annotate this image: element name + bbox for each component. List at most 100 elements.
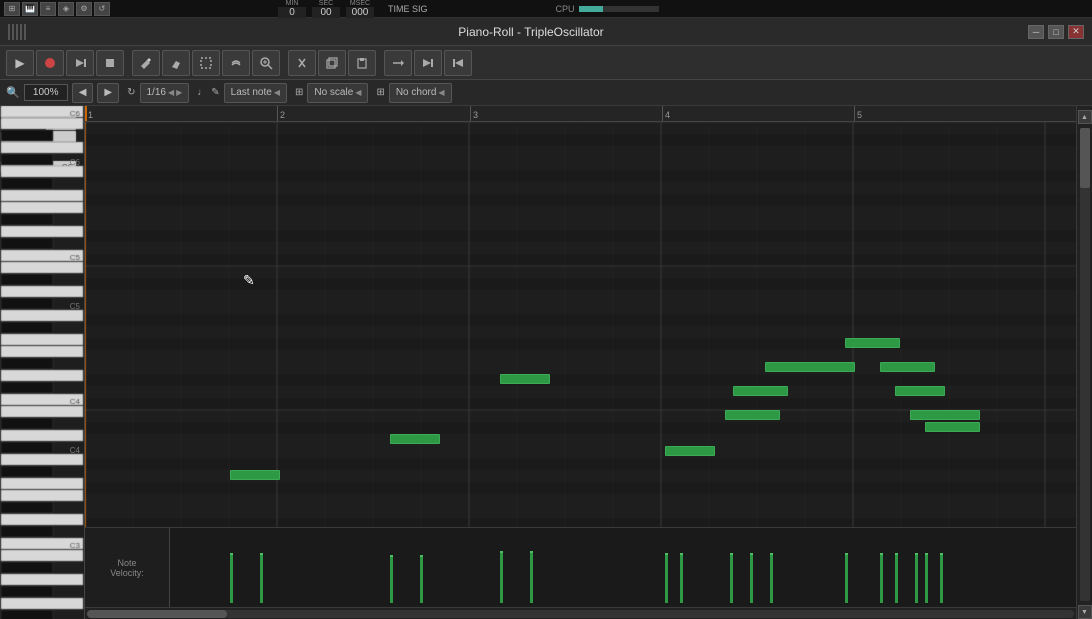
note-1[interactable] bbox=[230, 470, 280, 480]
ruler-mark-5: 5 bbox=[854, 106, 862, 121]
arrow-button[interactable] bbox=[384, 50, 412, 76]
msec-value: 000 bbox=[346, 7, 374, 18]
velocity-bar-4[interactable] bbox=[420, 555, 423, 603]
velocity-bar-15[interactable] bbox=[915, 553, 918, 603]
note-length-arrow[interactable]: ◀ bbox=[274, 88, 280, 97]
timeline-ruler: 1 2 3 4 5 bbox=[85, 106, 1076, 122]
detuner-button[interactable] bbox=[222, 50, 250, 76]
loop-icon[interactable]: ↺ bbox=[94, 2, 110, 16]
v-scroll-track[interactable] bbox=[1080, 128, 1090, 601]
eraser-button[interactable] bbox=[162, 50, 190, 76]
note-5[interactable] bbox=[725, 410, 780, 420]
note-7[interactable] bbox=[765, 362, 855, 372]
note-grid[interactable]: ✎ bbox=[85, 122, 1076, 527]
copy-button[interactable] bbox=[318, 50, 346, 76]
settings-icon[interactable]: ⚙ bbox=[76, 2, 92, 16]
plugin-icon[interactable]: ◈ bbox=[58, 2, 74, 16]
velocity-bars bbox=[170, 528, 1076, 607]
note-icon: ♩ bbox=[197, 87, 207, 98]
v-scroll-up[interactable]: ▲ bbox=[1078, 110, 1092, 124]
pencil-button[interactable] bbox=[132, 50, 160, 76]
ruler-mark-2: 2 bbox=[277, 106, 285, 121]
top-bar: ⊞ 🎹 ≡ ◈ ⚙ ↺ MIN 0 SEC 00 MSEC 000 TIME S… bbox=[0, 0, 1092, 18]
velocity-bar-17[interactable] bbox=[940, 553, 943, 603]
velocity-bar-7[interactable] bbox=[665, 553, 668, 603]
scroll-track[interactable] bbox=[87, 610, 1074, 618]
time-sig-label: TIME SIG bbox=[388, 4, 428, 14]
quantize-icon: ↻ bbox=[127, 87, 135, 98]
msec-display: MSEC 000 bbox=[346, 0, 374, 18]
piano-icon[interactable]: 🎹 bbox=[22, 2, 38, 16]
velocity-bar-12[interactable] bbox=[845, 553, 848, 603]
v-scroll-down[interactable]: ▼ bbox=[1078, 605, 1092, 619]
minimize-button[interactable]: ─ bbox=[1028, 25, 1044, 39]
scale-value: No scale bbox=[314, 87, 353, 98]
c5-label: C5 bbox=[70, 302, 80, 311]
velocity-bar-16[interactable] bbox=[925, 553, 928, 603]
mixer-icon[interactable]: ≡ bbox=[40, 2, 56, 16]
zoom-search-icon: 🔍 bbox=[6, 86, 20, 99]
velocity-bar-13[interactable] bbox=[880, 553, 883, 603]
stop-button[interactable] bbox=[96, 50, 124, 76]
title-bar: Piano-Roll - TripleOscillator ─ □ ✕ bbox=[0, 18, 1092, 46]
note-4[interactable] bbox=[665, 446, 715, 456]
horizontal-scrollbar[interactable] bbox=[85, 607, 1076, 619]
velocity-bar-11[interactable] bbox=[770, 553, 773, 603]
velocity-bar-9[interactable] bbox=[730, 553, 733, 603]
chord-value: No chord bbox=[396, 87, 437, 98]
velocity-bar-5[interactable] bbox=[500, 551, 503, 603]
note-9[interactable] bbox=[880, 362, 935, 372]
note-vel-line1: Note bbox=[117, 558, 136, 568]
paste-button[interactable] bbox=[348, 50, 376, 76]
note-12[interactable] bbox=[925, 422, 980, 432]
piano-canvas-element bbox=[0, 106, 85, 619]
scale-arrow[interactable]: ◀ bbox=[355, 88, 361, 97]
cut-button[interactable] bbox=[288, 50, 316, 76]
zoom-button[interactable] bbox=[252, 50, 280, 76]
min-display: MIN 0 bbox=[278, 0, 306, 18]
velocity-bar-14[interactable] bbox=[895, 553, 898, 603]
note-length-selector[interactable]: Last note ◀ bbox=[224, 83, 287, 103]
piano-keyboard[interactable]: C6 C6 C5 C4 bbox=[0, 106, 85, 619]
play-button[interactable]: ▶ bbox=[6, 50, 34, 76]
chord-selector[interactable]: No chord ◀ bbox=[389, 83, 452, 103]
drag-handle[interactable] bbox=[8, 24, 28, 40]
note-11[interactable] bbox=[910, 410, 980, 420]
quantize-selector[interactable]: 1/16 ◀ ▶ bbox=[140, 83, 190, 103]
velocity-bar-2[interactable] bbox=[260, 553, 263, 603]
playhead bbox=[85, 106, 87, 121]
zoom-increase[interactable]: ▶ bbox=[97, 83, 119, 103]
quantize-arrow-right[interactable]: ▶ bbox=[176, 88, 182, 97]
note-2[interactable] bbox=[390, 434, 440, 444]
min-value: 0 bbox=[278, 7, 306, 18]
note-6[interactable] bbox=[733, 386, 788, 396]
select-button[interactable] bbox=[192, 50, 220, 76]
top-bar-grid: ⊞ 🎹 ≡ ◈ ⚙ ↺ bbox=[4, 2, 110, 16]
quantize-arrow-left[interactable]: ◀ bbox=[168, 88, 174, 97]
record-button[interactable] bbox=[36, 50, 64, 76]
quantize-value: 1/16 bbox=[147, 87, 166, 98]
note-8[interactable] bbox=[845, 338, 900, 348]
close-button[interactable]: ✕ bbox=[1068, 25, 1084, 39]
play-pattern-button[interactable] bbox=[66, 50, 94, 76]
zoom-decrease[interactable]: ◀ bbox=[72, 83, 94, 103]
chord-arrow[interactable]: ◀ bbox=[438, 88, 444, 97]
note-10[interactable] bbox=[895, 386, 945, 396]
maximize-button[interactable]: □ bbox=[1048, 25, 1064, 39]
velocity-bar-10[interactable] bbox=[750, 553, 753, 603]
skip-end-button[interactable] bbox=[414, 50, 442, 76]
sec-display: SEC 00 bbox=[312, 0, 340, 18]
zoom-level: 100% bbox=[24, 84, 68, 101]
velocity-bar-3[interactable] bbox=[390, 555, 393, 603]
main-area: C6 C6 C5 C4 1 2 3 4 bbox=[0, 106, 1092, 619]
roll-area: 1 2 3 4 5 ✎ bbox=[85, 106, 1076, 619]
velocity-bar-6[interactable] bbox=[530, 551, 533, 603]
velocity-bar-1[interactable] bbox=[230, 553, 233, 603]
grid-icon[interactable]: ⊞ bbox=[4, 2, 20, 16]
scale-selector[interactable]: No scale ◀ bbox=[307, 83, 368, 103]
velocity-bar-8[interactable] bbox=[680, 553, 683, 603]
note-vel-line2: Velocity: bbox=[110, 568, 144, 578]
scroll-thumb[interactable] bbox=[87, 610, 227, 618]
skip-start-button[interactable] bbox=[444, 50, 472, 76]
note-3[interactable] bbox=[500, 374, 550, 384]
